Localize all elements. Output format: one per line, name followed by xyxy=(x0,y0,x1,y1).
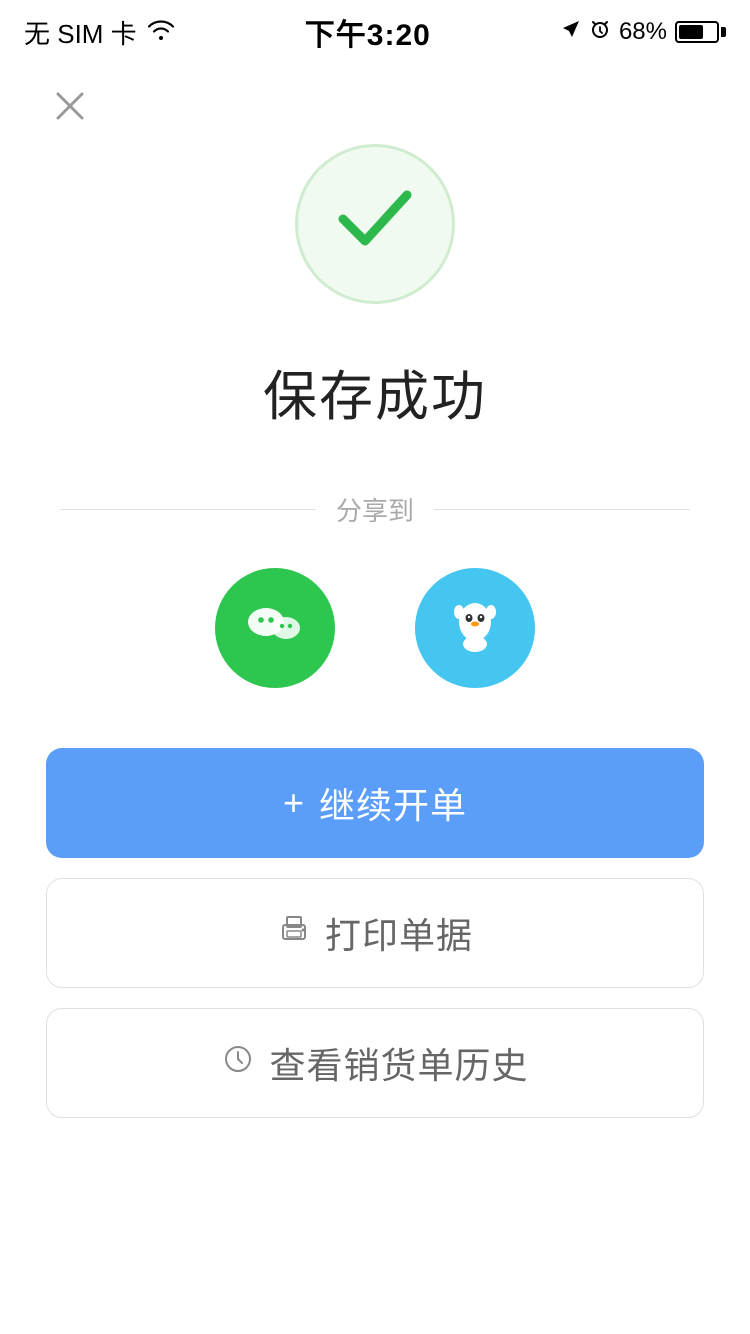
buttons-section: + 继续开单 打印单据 查看销货单历史 xyxy=(0,748,750,1118)
success-title: 保存成功 xyxy=(263,352,487,431)
status-bar-left: 无 SIM 卡 xyxy=(24,14,175,51)
divider-left xyxy=(60,509,316,510)
success-icon-circle xyxy=(295,144,455,304)
share-label: 分享到 xyxy=(316,491,434,528)
wechat-share-button[interactable] xyxy=(215,568,335,688)
history-button[interactable]: 查看销货单历史 xyxy=(46,1008,704,1118)
share-divider: 分享到 xyxy=(0,491,750,528)
location-icon xyxy=(561,18,581,46)
share-section: 分享到 xyxy=(0,491,750,688)
status-bar-right: 68% xyxy=(561,18,726,47)
checkmark-icon xyxy=(335,183,415,266)
qq-share-button[interactable] xyxy=(415,568,535,688)
divider-right xyxy=(434,509,690,510)
print-label: 打印单据 xyxy=(325,907,473,959)
continue-order-label: 继续开单 xyxy=(319,777,467,829)
history-icon xyxy=(221,1042,255,1085)
history-label: 查看销货单历史 xyxy=(269,1037,528,1089)
battery-icon xyxy=(675,21,726,43)
wifi-icon xyxy=(147,18,175,47)
main-content: 保存成功 分享到 xyxy=(0,64,750,1118)
status-bar: 无 SIM 卡 下午3:20 68% xyxy=(0,0,750,64)
plus-icon: + xyxy=(283,782,305,824)
share-icons-row xyxy=(215,568,535,688)
alarm-icon xyxy=(589,18,611,47)
battery-label: 68% xyxy=(619,18,667,46)
close-button[interactable] xyxy=(40,76,100,136)
status-bar-time: 下午3:20 xyxy=(305,10,431,54)
continue-order-button[interactable]: + 继续开单 xyxy=(46,748,704,858)
print-button[interactable]: 打印单据 xyxy=(46,878,704,988)
sim-label: 无 SIM 卡 xyxy=(24,14,137,51)
print-icon xyxy=(277,912,311,955)
